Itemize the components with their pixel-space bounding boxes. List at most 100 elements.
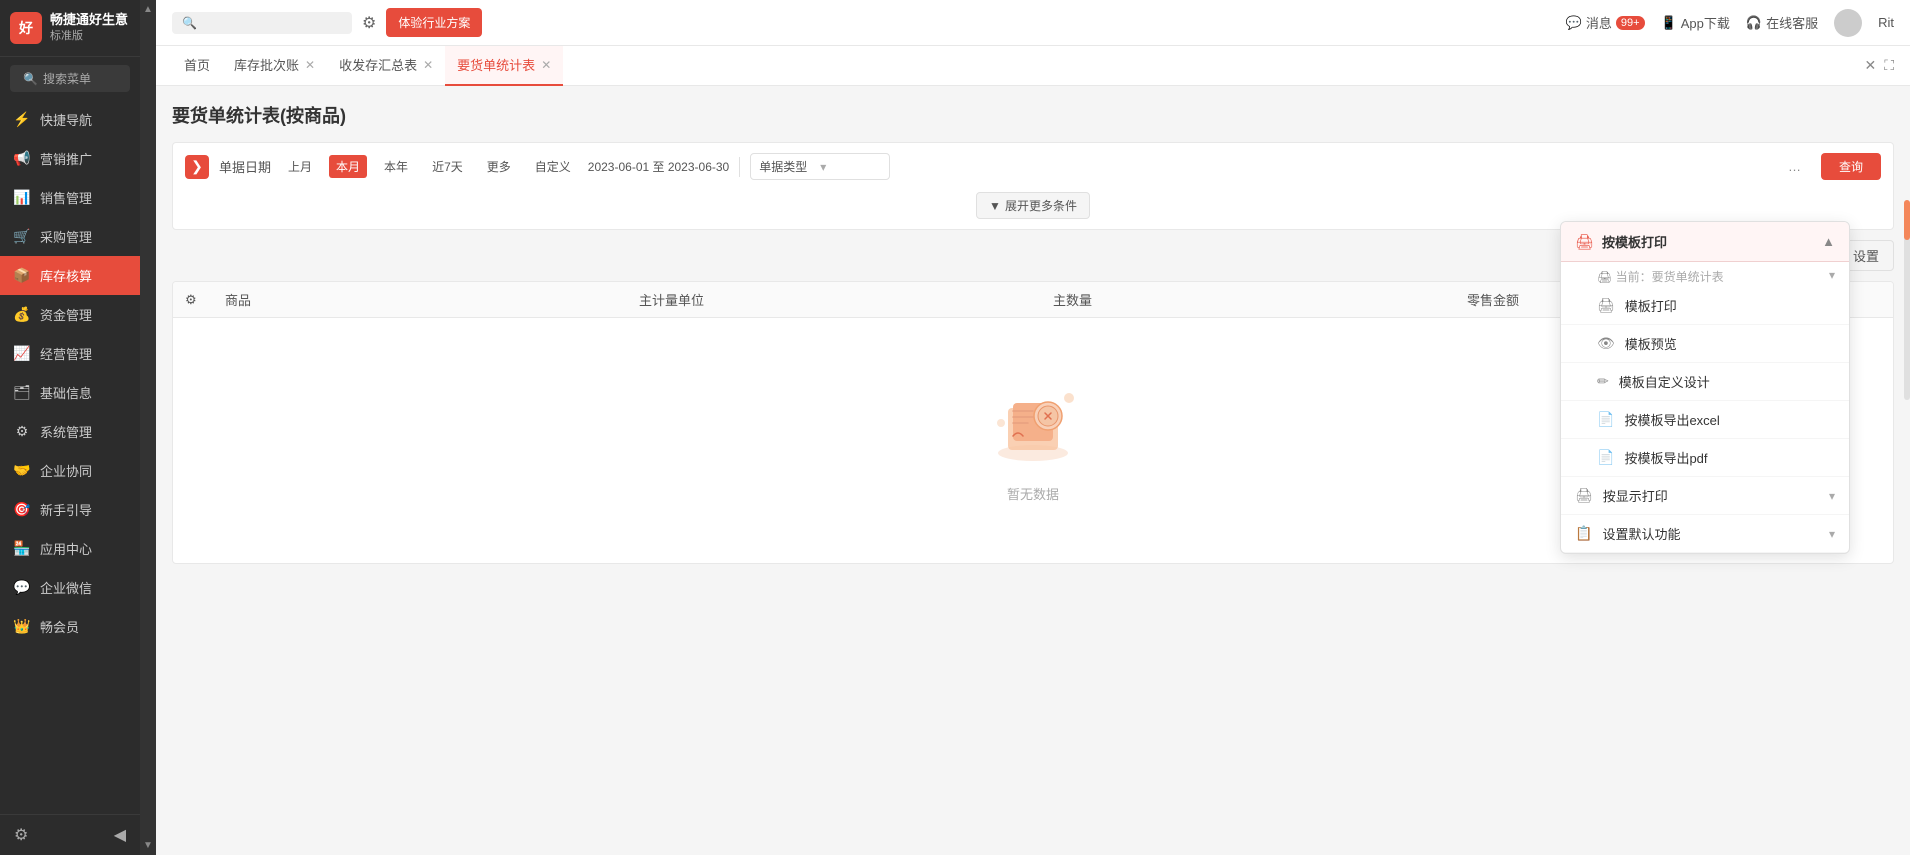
dropdown-item-export-pdf[interactable]: 📄 按模板导出pdf (1561, 439, 1849, 477)
sidebar-item-inventory[interactable]: 📦 库存核算 (0, 256, 140, 295)
nav-icon-inventory: 📦 (12, 267, 32, 284)
tab-order-stats-close[interactable]: ✕ (541, 58, 551, 72)
nav-label: 系统管理 (40, 422, 92, 441)
collapse-icon[interactable]: ◀ (114, 825, 126, 845)
tab-home[interactable]: 首页 (172, 46, 222, 86)
sidebar-item-guide[interactable]: 🎯 新手引导 (0, 490, 140, 529)
dropdown-item-template-print[interactable]: 🖨 模板打印 (1561, 287, 1849, 325)
sidebar-item-basic[interactable]: 🗂 基础信息 (0, 373, 140, 412)
service-icon: 🎧 (1746, 15, 1762, 31)
expand-more-label: 展开更多条件 (1005, 197, 1077, 214)
topbar-gear-icon[interactable]: ⚙ (362, 13, 376, 33)
date-btn-this-month[interactable]: 本月 (329, 155, 367, 178)
tab-collection-close[interactable]: ✕ (423, 58, 433, 72)
date-btn-7days[interactable]: 近7天 (425, 155, 470, 178)
date-btn-this-year[interactable]: 本年 (377, 155, 415, 178)
date-label: 单据日期 (219, 157, 271, 176)
online-service-btn[interactable]: 🎧 在线客服 (1746, 13, 1818, 32)
user-avatar[interactable] (1834, 9, 1862, 37)
topbar: 🔍 ⚙ 体验行业方案 💬 消息 99+ 📱 App下载 🎧 在线客服 Rit (156, 0, 1910, 46)
sidebar-item-operation[interactable]: 📈 经营管理 (0, 334, 140, 373)
tab-order-stats[interactable]: 要货单统计表 ✕ (445, 46, 563, 86)
date-btn-more[interactable]: 更多 (480, 155, 518, 178)
printer-small-icon: 🖨 (1597, 270, 1612, 284)
sidebar-item-purchase[interactable]: 🛒 采购管理 (0, 217, 140, 256)
col-settings[interactable]: ⚙ (185, 292, 225, 308)
message-badge: 99+ (1616, 16, 1645, 30)
display-print-icon: 🖨 (1575, 487, 1593, 504)
tab-inventory-batch[interactable]: 库存批次账 ✕ (222, 46, 327, 86)
tab-close-all-icon[interactable]: ✕ (1864, 57, 1876, 74)
sidebar-search[interactable]: 🔍 搜索菜单 (10, 65, 130, 92)
date-btn-last-month[interactable]: 上月 (281, 155, 319, 178)
app-download-btn[interactable]: 📱 App下载 (1661, 13, 1730, 32)
query-btn[interactable]: 查询 (1821, 153, 1881, 180)
message-label: 消息 (1586, 13, 1612, 32)
item-label: 模板自定义设计 (1619, 372, 1710, 391)
tab-inventory-batch-close[interactable]: ✕ (305, 58, 315, 72)
group-default-setting-label: 设置默认功能 (1602, 524, 1829, 543)
nav-label: 资金管理 (40, 305, 92, 324)
item-label: 模板打印 (1625, 296, 1677, 315)
nav-label: 基础信息 (40, 383, 92, 402)
filter-more-icon[interactable]: … (1788, 159, 1801, 174)
sidebar-nav: ⚡ 快捷导航 📢 营销推广 📊 销售管理 🛒 采购管理 📦 库存核算 💰 资金管… (0, 100, 140, 814)
dropdown-header[interactable]: 🖨 按模板打印 ▲ (1561, 222, 1849, 262)
dropdown-item-template-preview[interactable]: 👁 模板预览 (1561, 325, 1849, 363)
message-btn[interactable]: 💬 消息 99+ (1566, 13, 1645, 32)
tab-expand-icon[interactable]: ⛶ (1884, 57, 1894, 74)
nav-icon-quick: ⚡ (12, 111, 32, 128)
topbar-search[interactable]: 🔍 (172, 12, 352, 34)
empty-text: 暂无数据 (1007, 484, 1059, 503)
nav-icon-sales: 📊 (12, 189, 32, 206)
tab-inventory-batch-label: 库存批次账 (234, 55, 299, 74)
item-print-icon: 🖨 (1597, 297, 1615, 314)
item-design-icon: ✏ (1597, 373, 1609, 390)
filter-collapse-btn[interactable]: ❯ (185, 155, 209, 179)
sidebar-item-collab[interactable]: 🤝 企业协同 (0, 451, 140, 490)
nav-icon-wechat: 💬 (12, 579, 32, 596)
topbar-right: 💬 消息 99+ 📱 App下载 🎧 在线客服 Rit (1566, 9, 1894, 37)
sidebar-item-wechat[interactable]: 💬 企业微信 (0, 568, 140, 607)
sidebar-item-member[interactable]: 👑 畅会员 (0, 607, 140, 646)
dropdown-group-default-setting[interactable]: 📋 设置默认功能 ▾ (1561, 515, 1849, 553)
scrollbar-thumb (1904, 200, 1910, 240)
username-label: Rit (1878, 15, 1894, 30)
sidebar-item-quick-nav[interactable]: ⚡ 快捷导航 (0, 100, 140, 139)
brand-name: 畅捷通好生意 (50, 12, 128, 29)
sidebar-item-system[interactable]: ⚙ 系统管理 (0, 412, 140, 451)
dropdown-group-display-print[interactable]: 🖨 按显示打印 ▾ (1561, 477, 1849, 515)
tab-order-stats-label: 要货单统计表 (457, 55, 535, 74)
trial-btn[interactable]: 体验行业方案 (386, 8, 482, 37)
topbar-search-icon: 🔍 (182, 16, 197, 30)
scroll-up-icon[interactable]: ▲ (143, 4, 153, 15)
app-download-label: App下载 (1681, 13, 1730, 32)
filter-row: ❯ 单据日期 上月 本月 本年 近7天 更多 自定义 2023-06-01 至 … (185, 153, 1881, 180)
settings-icon[interactable]: ⚙ (14, 825, 28, 845)
tabs-right-actions: ✕ ⛶ (1864, 57, 1894, 74)
expand-more-btn[interactable]: ▼ 展开更多条件 (976, 192, 1090, 219)
date-btn-custom[interactable]: 自定义 (528, 155, 578, 178)
dropdown-arrow-icon: ▲ (1822, 234, 1835, 249)
app-icon: 📱 (1661, 15, 1677, 31)
dropdown-item-export-excel[interactable]: 📄 按模板导出excel (1561, 401, 1849, 439)
sidebar-item-marketing[interactable]: 📢 营销推广 (0, 139, 140, 178)
nav-label: 畅会员 (40, 617, 79, 636)
dropdown-item-template-design[interactable]: ✏ 模板自定义设计 (1561, 363, 1849, 401)
sidebar-bottom: ⚙ ◀ (0, 814, 140, 855)
nav-icon-guide: 🎯 (12, 501, 32, 518)
sidebar-item-finance[interactable]: 💰 资金管理 (0, 295, 140, 334)
tab-collection-summary[interactable]: 收发存汇总表 ✕ (327, 46, 445, 86)
sidebar-item-sales[interactable]: 📊 销售管理 (0, 178, 140, 217)
nav-label: 应用中心 (40, 539, 92, 558)
right-scrollbar[interactable] (1904, 200, 1910, 400)
bill-type-select[interactable]: 单据类型 ▾ (750, 153, 890, 180)
scroll-down-icon[interactable]: ▼ (143, 840, 153, 851)
nav-icon-operation: 📈 (12, 345, 32, 362)
item-preview-icon: 👁 (1597, 335, 1615, 352)
sidebar-item-appstore[interactable]: 🏪 应用中心 (0, 529, 140, 568)
main-content: 🔍 ⚙ 体验行业方案 💬 消息 99+ 📱 App下载 🎧 在线客服 Rit 首… (156, 0, 1910, 855)
print-dropdown-panel: 🖨 按模板打印 ▲ 🖨 当前：要货单统计表 ▾ 🖨 模板打印 👁 模板预览 ✏ … (1560, 221, 1850, 554)
dropdown-print-icon: 🖨 (1575, 233, 1594, 251)
search-label: 搜索菜单 (43, 70, 91, 87)
